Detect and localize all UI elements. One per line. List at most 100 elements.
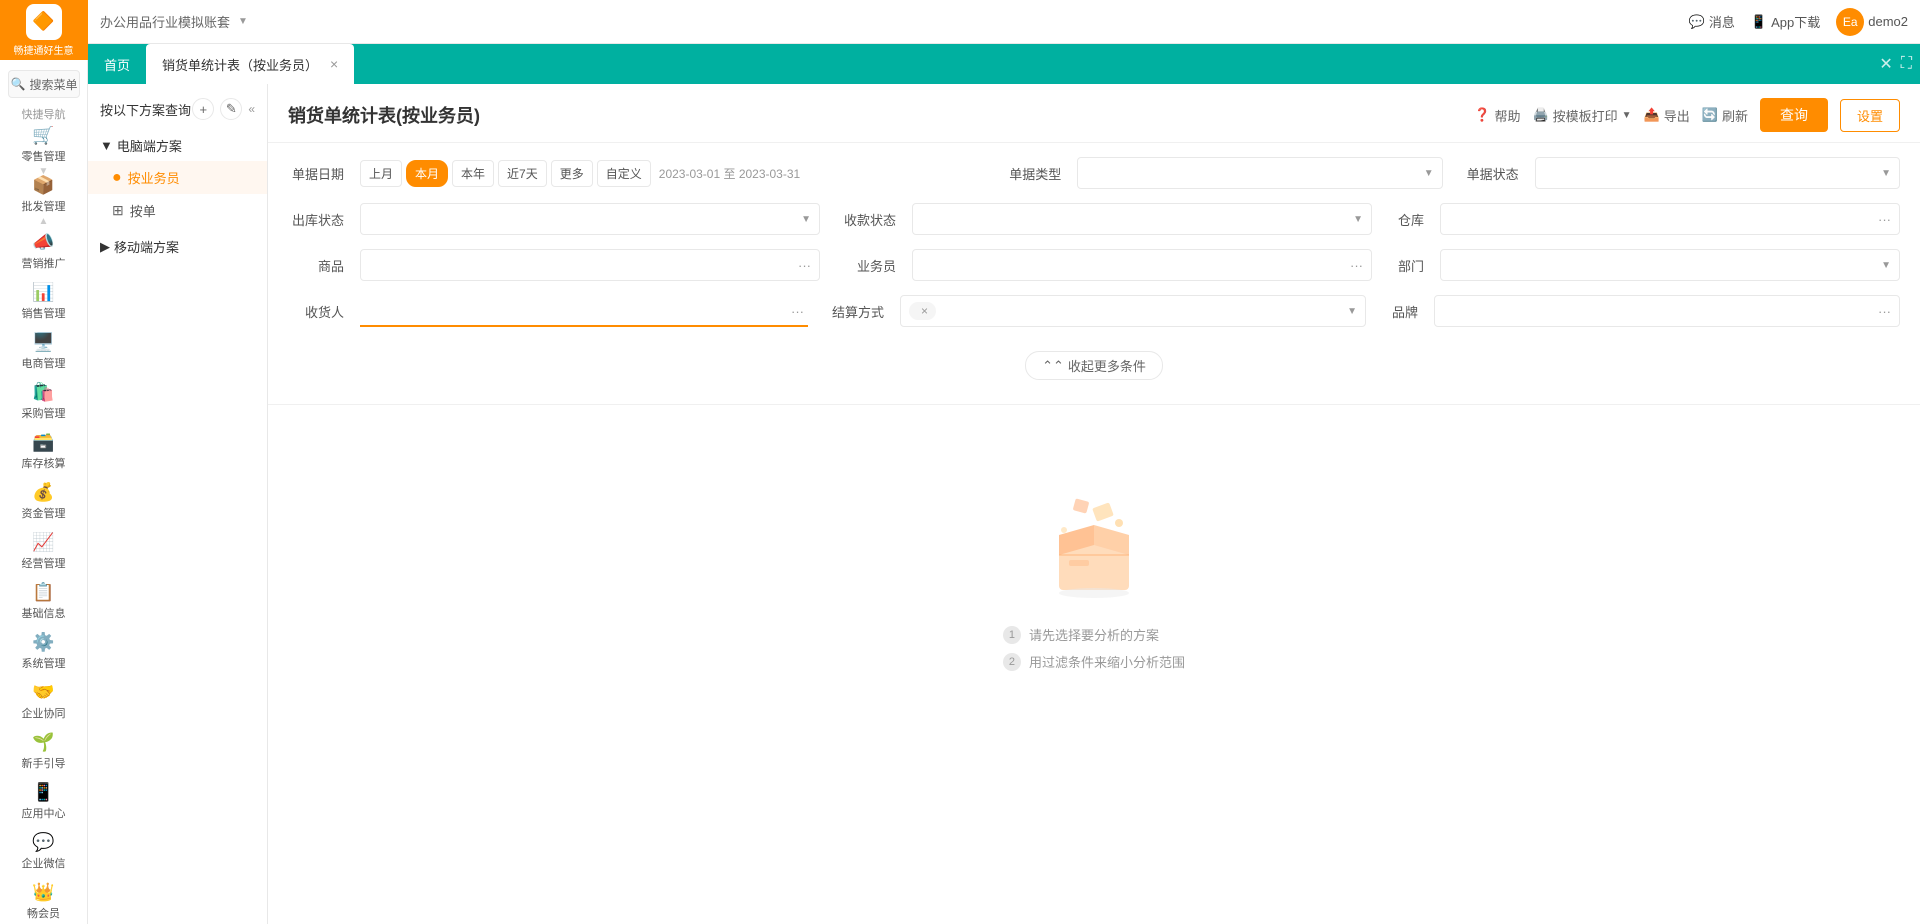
left-panel: 按以下方案查询 + ✎ « ▼ 电脑端方案 xyxy=(88,84,268,924)
goods-more-icon[interactable]: ··· xyxy=(798,258,811,273)
tip-num-2: 2 xyxy=(1003,653,1021,671)
by-salesperson-icon: ● xyxy=(112,169,122,187)
message-button[interactable]: 💬 消息 xyxy=(1689,12,1735,31)
tab-close-button[interactable]: × xyxy=(330,56,338,72)
template-print-button[interactable]: 🖨️ 按模板打印 ▼ xyxy=(1532,106,1631,125)
doc-status-select[interactable]: ▼ xyxy=(1535,157,1900,189)
edit-icon: ✎ xyxy=(226,101,237,117)
wholesale-icon: 📦 xyxy=(32,175,54,196)
add-icon: + xyxy=(200,102,208,117)
sidebar-item-marketing[interactable]: 📣 营销推广 xyxy=(0,226,87,276)
sidebar-item-sales[interactable]: 📊 销售管理 xyxy=(0,276,87,326)
empty-state: 1 请先选择要分析的方案 2 用过滤条件来缩小分析范围 xyxy=(268,405,1920,759)
help-button[interactable]: ❓ 帮助 xyxy=(1474,106,1520,125)
app-download-button[interactable]: 📱 App下载 xyxy=(1751,12,1820,31)
sidebar-item-corpwechat[interactable]: 💬 企业微信 xyxy=(0,826,87,876)
logo-emoji: 🔶 xyxy=(32,11,54,32)
empty-tips-list: 1 请先选择要分析的方案 2 用过滤条件来缩小分析范围 xyxy=(1003,625,1185,679)
empty-tip-2: 2 用过滤条件来缩小分析范围 xyxy=(1003,652,1185,671)
sidebar-item-finance[interactable]: 💰 资金管理 xyxy=(0,476,87,526)
collapse-conditions-button[interactable]: ⌃⌃ 收起更多条件 xyxy=(1025,351,1163,380)
right-panel-inner: 销货单统计表(按业务员) ❓ 帮助 🖨️ 按模板打印 ▼ 📤 xyxy=(268,84,1920,924)
tab-home[interactable]: 首页 xyxy=(88,44,146,84)
date-custom-btn[interactable]: 自定义 xyxy=(597,160,651,187)
warehouse-label: 仓库 xyxy=(1388,210,1424,229)
sidebar-item-operations[interactable]: 📈 经营管理 xyxy=(0,526,87,576)
settlement-select[interactable]: × ▼ xyxy=(900,295,1366,327)
date-range-text: 2023-03-01 至 2023-03-31 xyxy=(659,165,800,182)
collapse-bar: ⌃⌃ 收起更多条件 xyxy=(288,341,1900,390)
doc-type-select[interactable]: ▼ xyxy=(1077,157,1442,189)
settlement-tag-close-btn[interactable]: × xyxy=(921,304,928,318)
collapse-icon: « xyxy=(248,102,255,116)
sidebar-item-member[interactable]: 👑 畅会员 xyxy=(0,876,87,924)
warehouse-more-icon[interactable]: ··· xyxy=(1878,212,1891,227)
salesperson-select[interactable]: ··· xyxy=(912,249,1372,281)
department-select[interactable]: ▼ xyxy=(1440,249,1900,281)
sidebar-menu: 🛒 零售管理 ▼ 📦 批发管理 ▲ 📣 营销推广 📊 销售管理 🖥️ 电商管理 … xyxy=(0,126,87,924)
scheme-by-order[interactable]: ⊞ 按单 xyxy=(88,194,267,227)
export-button[interactable]: 📤 导出 xyxy=(1644,106,1690,125)
delivery-status-select[interactable]: ▼ xyxy=(360,203,820,235)
empty-tip-1: 1 请先选择要分析的方案 xyxy=(1003,625,1185,644)
receiver-input[interactable] xyxy=(360,295,808,327)
date-this-month-btn[interactable]: 本月 xyxy=(406,160,448,187)
pc-section-title[interactable]: ▼ 电脑端方案 xyxy=(88,130,267,161)
user-avatar-area[interactable]: Ea demo2 xyxy=(1836,8,1908,36)
sidebar-item-newbie[interactable]: 🌱 新手引导 xyxy=(0,726,87,776)
sidebar-item-wholesale[interactable]: 📦 批发管理 ▲ xyxy=(0,176,87,226)
salesperson-label: 业务员 xyxy=(836,256,896,275)
page-actions: ❓ 帮助 🖨️ 按模板打印 ▼ 📤 导出 � xyxy=(1474,98,1900,132)
refresh-button[interactable]: 🔄 刷新 xyxy=(1702,106,1748,125)
settings-button[interactable]: 设置 xyxy=(1840,99,1900,132)
date-more-btn[interactable]: 更多 xyxy=(551,160,593,187)
header-right: 💬 消息 📱 App下载 Ea demo2 xyxy=(1689,8,1908,36)
date-last-7-days-btn[interactable]: 近7天 xyxy=(498,160,547,187)
department-label: 部门 xyxy=(1388,256,1424,275)
search-menu-button[interactable]: 🔍 搜索菜单 xyxy=(8,70,80,98)
date-this-year-btn[interactable]: 本年 xyxy=(452,160,494,187)
refresh-icon: 🔄 xyxy=(1702,107,1718,123)
tab-bar: 首页 销货单统计表（按业务员） × ✕ ⛶ xyxy=(88,44,1920,84)
doc-status-label: 单据状态 xyxy=(1459,164,1519,183)
sidebar-item-ecommerce[interactable]: 🖥️ 电商管理 xyxy=(0,326,87,376)
filter-row-4: 收货人 ··· 结算方式 × ▼ 品 xyxy=(288,295,1900,327)
brand-select[interactable]: ··· xyxy=(1434,295,1900,327)
breadcrumb-dropdown-icon[interactable]: ▼ xyxy=(238,16,248,27)
mobile-section-title[interactable]: ▶ 移动端方案 xyxy=(88,231,267,262)
brand-more-icon[interactable]: ··· xyxy=(1878,304,1891,319)
pc-section-label: 电脑端方案 xyxy=(117,136,182,155)
filter-area: 单据日期 上月 本月 本年 近7天 更多 自定义 2023-03-01 至 20… xyxy=(268,143,1920,405)
date-filter-control: 上月 本月 本年 近7天 更多 自定义 2023-03-01 至 2023-03… xyxy=(360,160,985,187)
payment-status-select[interactable]: ▼ xyxy=(912,203,1372,235)
mobile-section-arrow: ▶ xyxy=(100,239,110,255)
salesperson-more-icon[interactable]: ··· xyxy=(1350,258,1363,273)
print-icon: 🖨️ xyxy=(1532,107,1548,123)
tab-maximize-button[interactable]: ⛶ xyxy=(1901,55,1912,73)
sidebar-item-inventory[interactable]: 🗃️ 库存核算 xyxy=(0,426,87,476)
tab-close-all-button[interactable]: ✕ xyxy=(1879,54,1892,74)
doc-status-dropdown-icon: ▼ xyxy=(1881,168,1891,179)
search-icon: 🔍 xyxy=(11,77,26,91)
query-button[interactable]: 查询 xyxy=(1760,98,1828,132)
empty-svg xyxy=(1034,485,1154,605)
add-scheme-button[interactable]: + xyxy=(192,98,214,120)
sidebar-item-purchase[interactable]: 🛍️ 采购管理 xyxy=(0,376,87,426)
sidebar-item-basics[interactable]: 📋 基础信息 xyxy=(0,576,87,626)
delivery-dropdown-icon: ▼ xyxy=(801,214,811,225)
goods-select[interactable]: ··· xyxy=(360,249,820,281)
tab-sales-stat[interactable]: 销货单统计表（按业务员） × xyxy=(146,44,354,84)
receiver-more-icon[interactable]: ··· xyxy=(791,304,804,319)
warehouse-select[interactable]: ··· xyxy=(1440,203,1900,235)
sidebar-item-system[interactable]: ⚙️ 系统管理 xyxy=(0,626,87,676)
pc-section-arrow: ▼ xyxy=(100,138,113,153)
scheme-by-salesperson[interactable]: ● 按业务员 xyxy=(88,161,267,194)
collapse-panel-button[interactable]: « xyxy=(248,102,255,116)
search-menu-label: 搜索菜单 xyxy=(29,76,77,93)
date-last-month-btn[interactable]: 上月 xyxy=(360,160,402,187)
enterprise-icon: 🤝 xyxy=(32,682,54,703)
edit-scheme-button[interactable]: ✎ xyxy=(220,98,242,120)
sidebar-item-appcenter[interactable]: 📱 应用中心 xyxy=(0,776,87,826)
sidebar-item-enterprise[interactable]: 🤝 企业协同 xyxy=(0,676,87,726)
sidebar-item-retail[interactable]: 🛒 零售管理 ▼ xyxy=(0,126,87,176)
